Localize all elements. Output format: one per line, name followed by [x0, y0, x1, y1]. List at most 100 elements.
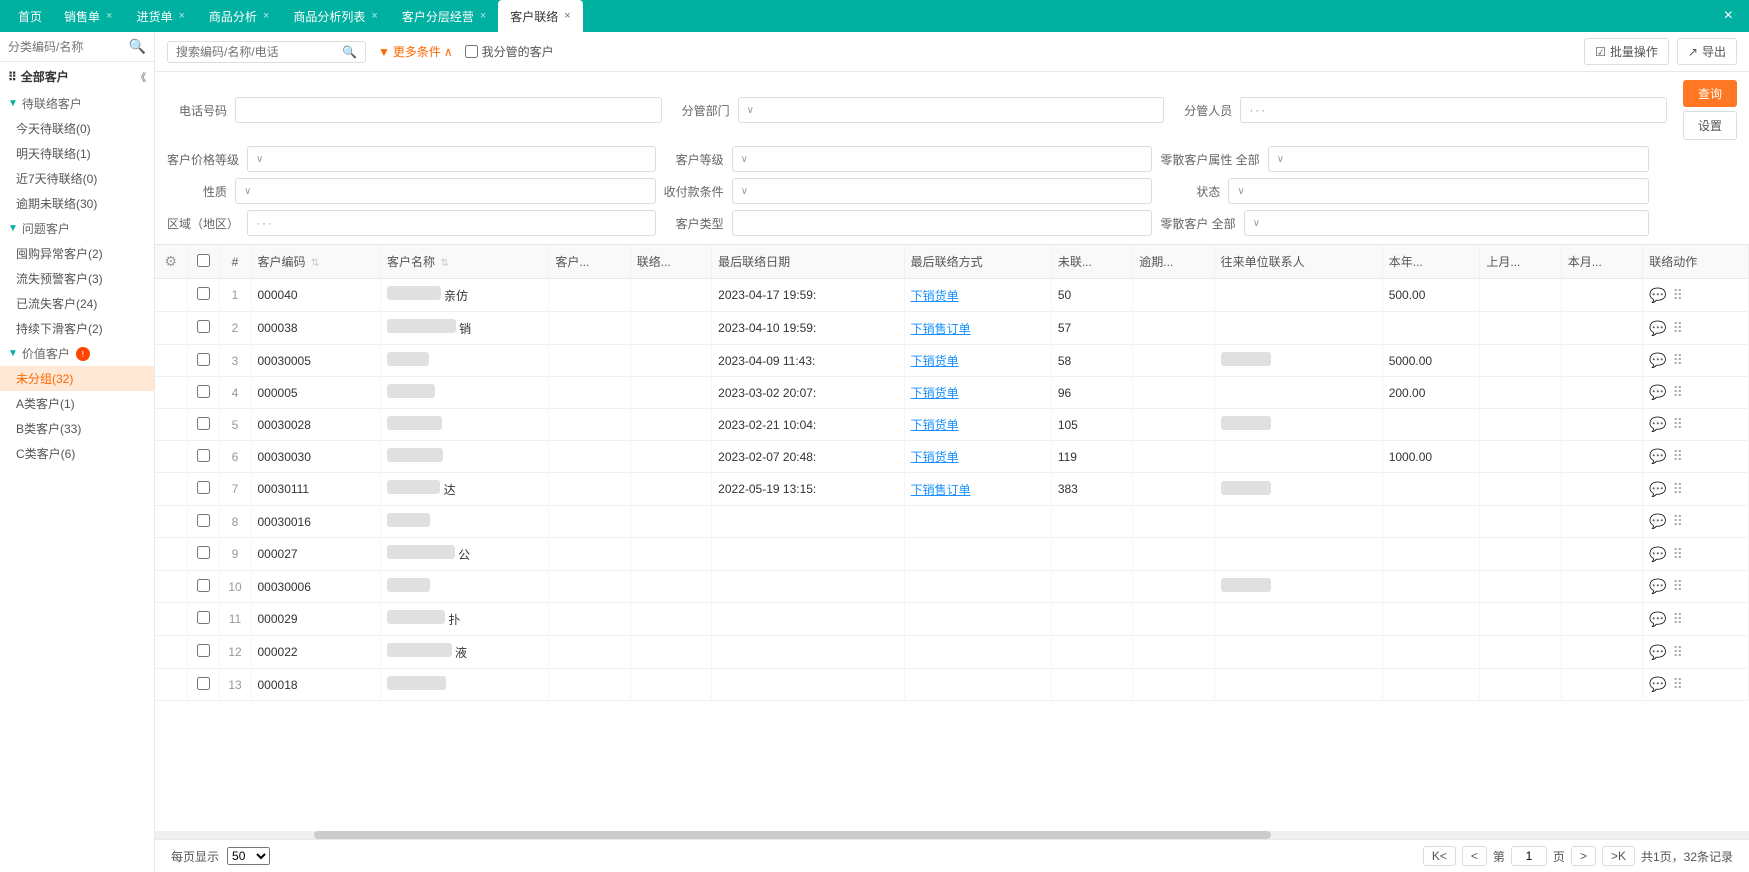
chat-icon[interactable]: 💬: [1649, 384, 1666, 401]
horizontal-scrollbar[interactable]: [155, 831, 1749, 839]
scrollbar-thumb[interactable]: [314, 831, 1270, 839]
payment-input[interactable]: ∨: [732, 178, 1153, 204]
row-checkbox-cell[interactable]: [187, 603, 219, 636]
chat-icon[interactable]: 💬: [1649, 578, 1666, 595]
row-checkbox-cell[interactable]: [187, 345, 219, 377]
more-action-icon[interactable]: ⠿: [1673, 481, 1683, 498]
checkbox-col[interactable]: [187, 245, 219, 279]
code-col-header[interactable]: 客户编码 ⇅: [251, 245, 380, 279]
row-checkbox-cell[interactable]: [187, 636, 219, 669]
nav-home[interactable]: 首页: [8, 0, 52, 32]
more-action-icon[interactable]: ⠿: [1673, 352, 1683, 369]
sidebar-item-abnormal[interactable]: 囤购异常客户(2): [0, 241, 154, 266]
row-checkbox[interactable]: [197, 481, 210, 494]
partner-col-header[interactable]: 往来单位联系人: [1214, 245, 1382, 279]
row-checkbox-cell[interactable]: [187, 571, 219, 603]
more-action-icon[interactable]: ⠿: [1673, 384, 1683, 401]
notcontacted-col-header[interactable]: 未联...: [1051, 245, 1132, 279]
sidebar-search-icon[interactable]: 🔍: [129, 38, 146, 55]
more-action-icon[interactable]: ⠿: [1673, 578, 1683, 595]
row-checkbox[interactable]: [197, 353, 210, 366]
select-all-checkbox[interactable]: [197, 254, 210, 267]
filter-search-icon[interactable]: 🔍: [342, 45, 357, 59]
sidebar-search-input[interactable]: [8, 40, 129, 54]
more-action-icon[interactable]: ⠿: [1673, 611, 1683, 628]
sidebar-item-loss-warning[interactable]: 流失预警客户(3): [0, 266, 154, 291]
chat-icon[interactable]: 💬: [1649, 546, 1666, 563]
per-page-select[interactable]: 50 100 200: [227, 847, 270, 865]
chat-icon[interactable]: 💬: [1649, 287, 1666, 304]
sidebar-item-7day-pending[interactable]: 近7天待联络(0): [0, 166, 154, 191]
chat-icon[interactable]: 💬: [1649, 320, 1666, 337]
chat-icon[interactable]: 💬: [1649, 448, 1666, 465]
chat-icon[interactable]: 💬: [1649, 481, 1666, 498]
status-input[interactable]: ∨: [1228, 178, 1649, 204]
sidebar-item-lost[interactable]: 已流失客户(24): [0, 291, 154, 316]
row-checkbox[interactable]: [197, 677, 210, 690]
chat-icon[interactable]: 💬: [1649, 644, 1666, 661]
row-checkbox-cell[interactable]: [187, 506, 219, 538]
more-action-icon[interactable]: ⠿: [1673, 676, 1683, 693]
chat-icon[interactable]: 💬: [1649, 611, 1666, 628]
chat-icon[interactable]: 💬: [1649, 513, 1666, 530]
row-checkbox-cell[interactable]: [187, 312, 219, 345]
customer-segment-close-icon[interactable]: ×: [480, 10, 486, 22]
row-checkbox[interactable]: [197, 417, 210, 430]
export-button[interactable]: ↗ 导出: [1677, 38, 1737, 65]
first-page-button[interactable]: K<: [1423, 846, 1456, 866]
nav-sales[interactable]: 销售单 ×: [52, 0, 124, 32]
retail-attr-input[interactable]: ∨: [1268, 146, 1649, 172]
sidebar-item-ungrouped[interactable]: 未分组(32): [0, 366, 154, 391]
row-checkbox-cell[interactable]: [187, 441, 219, 473]
row-checkbox[interactable]: [197, 514, 210, 527]
last-method-link[interactable]: 下销货单: [911, 386, 959, 400]
batch-op-button[interactable]: ☑ 批量操作: [1584, 38, 1669, 65]
sidebar-item-today-pending[interactable]: 今天待联络(0): [0, 116, 154, 141]
customer-level-input[interactable]: ∨: [732, 146, 1153, 172]
phone-input[interactable]: [235, 97, 662, 123]
more-action-icon[interactable]: ⠿: [1673, 546, 1683, 563]
last-method-link[interactable]: 下销货单: [911, 289, 959, 303]
thisyear-col-header[interactable]: 本年...: [1382, 245, 1480, 279]
more-action-icon[interactable]: ⠿: [1673, 320, 1683, 337]
overdue-col-header[interactable]: 逾期...: [1133, 245, 1214, 279]
sidebar-item-class-c[interactable]: C类客户(6): [0, 441, 154, 466]
price-level-input[interactable]: ∨: [247, 146, 656, 172]
sidebar-item-overdue-pending[interactable]: 逾期未联络(30): [0, 191, 154, 216]
page-number-input[interactable]: [1511, 846, 1547, 866]
sidebar-item-class-a[interactable]: A类客户(1): [0, 391, 154, 416]
row-checkbox[interactable]: [197, 385, 210, 398]
last-method-link[interactable]: 下销货单: [911, 450, 959, 464]
my-customers-checkbox[interactable]: 我分管的客户: [465, 43, 554, 60]
chat-icon[interactable]: 💬: [1649, 416, 1666, 433]
type-col-header[interactable]: 客户...: [549, 245, 630, 279]
nav-product-analysis[interactable]: 商品分析 ×: [197, 0, 281, 32]
nav-product-analysis-list[interactable]: 商品分析列表 ×: [281, 0, 389, 32]
nav-purchase[interactable]: 进货单 ×: [124, 0, 196, 32]
last-method-link[interactable]: 下销售订单: [911, 322, 971, 336]
row-checkbox[interactable]: [197, 546, 210, 559]
settings-col[interactable]: ⚙: [155, 245, 187, 279]
nature-input[interactable]: ∨: [235, 178, 656, 204]
filter-search-box[interactable]: 🔍: [167, 41, 366, 63]
row-checkbox-cell[interactable]: [187, 279, 219, 312]
region-input[interactable]: ···: [247, 210, 656, 236]
lastmonth-col-header[interactable]: 上月...: [1480, 245, 1561, 279]
row-checkbox[interactable]: [197, 449, 210, 462]
name-col-header[interactable]: 客户名称 ⇅: [380, 245, 548, 279]
pending-group-title[interactable]: ▼ 待联络客户: [0, 91, 154, 116]
last-page-button[interactable]: >K: [1602, 846, 1635, 866]
query-button[interactable]: 查询: [1683, 80, 1737, 107]
row-checkbox-cell[interactable]: [187, 409, 219, 441]
customer-contact-close-icon[interactable]: ×: [564, 10, 570, 22]
lastmethod-col-header[interactable]: 最后联络方式: [904, 245, 1051, 279]
problem-group-title[interactable]: ▼ 问题客户: [0, 216, 154, 241]
lastdate-col-header[interactable]: 最后联络日期: [712, 245, 904, 279]
next-page-button[interactable]: >: [1571, 846, 1596, 866]
contact-col-header[interactable]: 联络...: [630, 245, 711, 279]
more-action-icon[interactable]: ⠿: [1673, 513, 1683, 530]
sidebar-item-declining[interactable]: 持续下滑客户(2): [0, 316, 154, 341]
more-action-icon[interactable]: ⠿: [1673, 448, 1683, 465]
filter-more-btn[interactable]: ▼ 更多条件 ∧: [378, 43, 453, 60]
row-checkbox-cell[interactable]: [187, 669, 219, 701]
